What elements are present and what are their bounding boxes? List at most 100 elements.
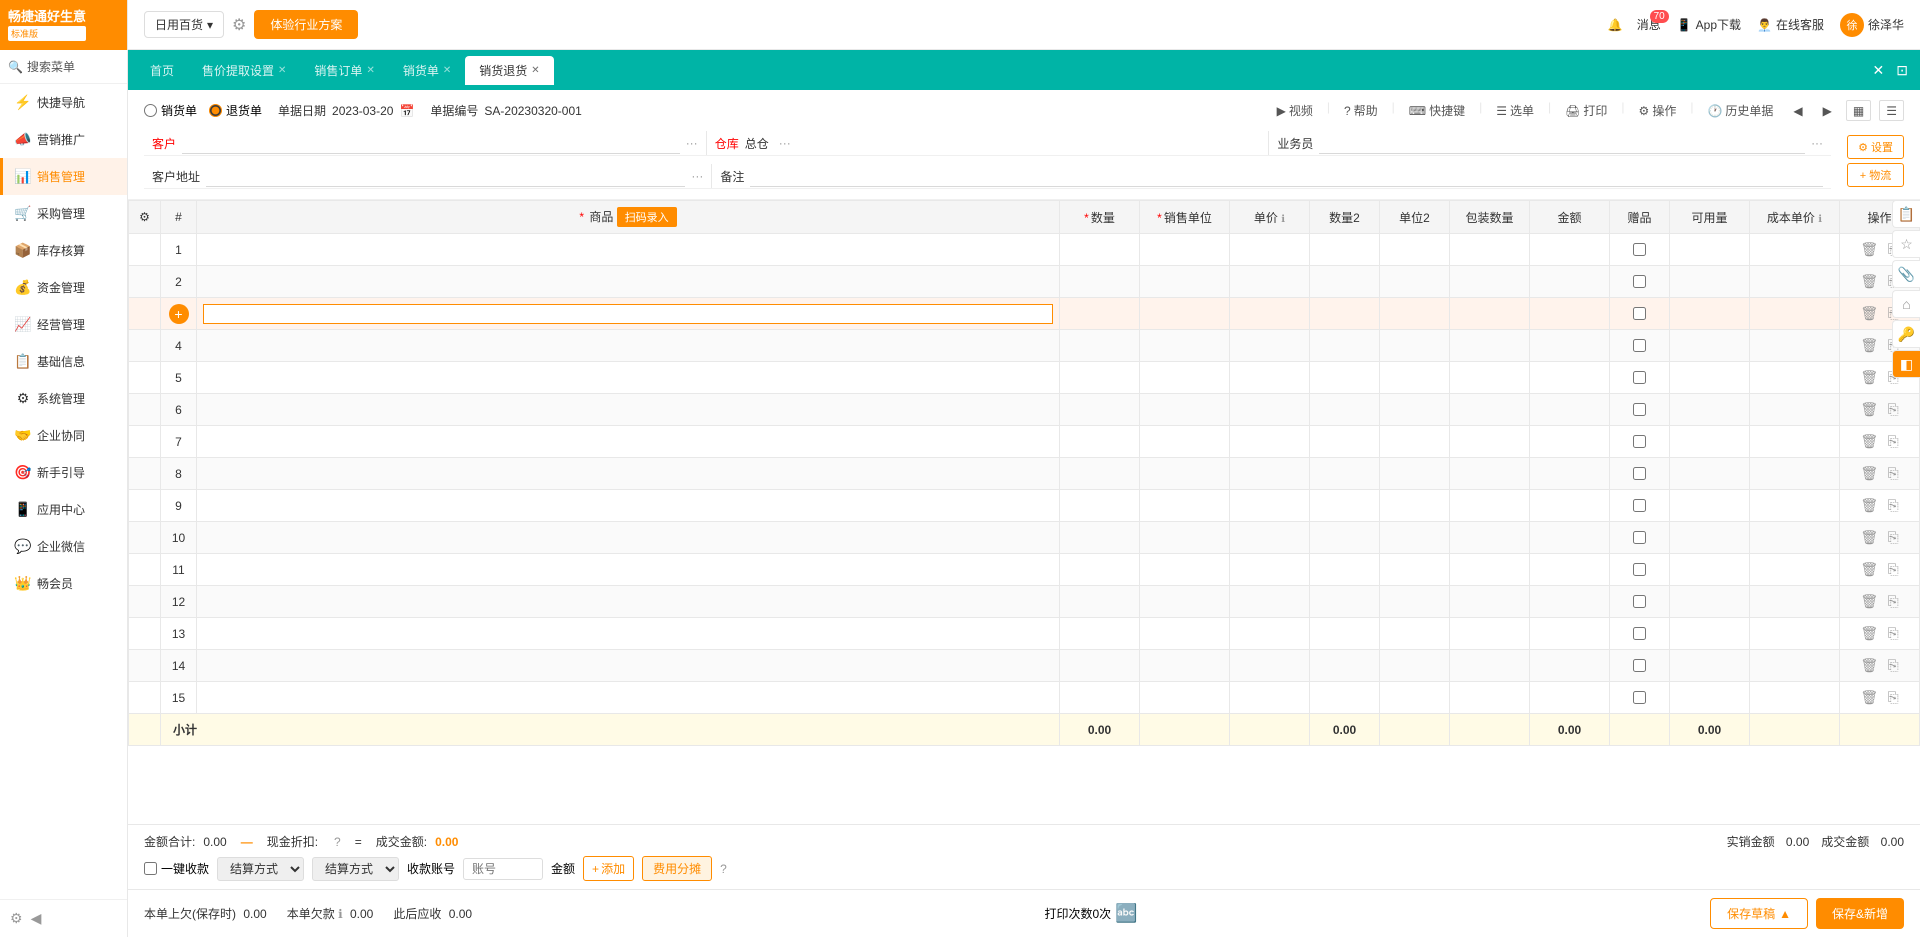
row-cost-price-cell[interactable] — [1750, 330, 1840, 362]
online-service-item[interactable]: 👨‍💼 在线客服 — [1757, 16, 1824, 33]
gift-checkbox-15[interactable] — [1633, 691, 1646, 704]
row-unit2-cell[interactable] — [1380, 586, 1450, 618]
row-amount-cell[interactable] — [1530, 394, 1610, 426]
row-unit2-cell[interactable] — [1380, 458, 1450, 490]
row-price-cell[interactable] — [1230, 426, 1310, 458]
account-input[interactable] — [463, 858, 543, 880]
row-price-cell[interactable] — [1230, 330, 1310, 362]
row-available-cell[interactable] — [1670, 682, 1750, 714]
expense-split-btn[interactable]: 费用分摊 — [642, 856, 712, 881]
row-qty-cell[interactable] — [1060, 394, 1140, 426]
settle-method-select[interactable]: 结算方式 — [217, 857, 304, 881]
row-qty-cell[interactable] — [1060, 522, 1140, 554]
one-key-collect-input[interactable] — [144, 862, 157, 875]
row-amount-cell[interactable] — [1530, 650, 1610, 682]
row-qty-cell[interactable] — [1060, 362, 1140, 394]
add-row-btn[interactable]: + — [169, 304, 189, 324]
row-cost-price-cell[interactable] — [1750, 554, 1840, 586]
row-unit2-cell[interactable] — [1380, 426, 1450, 458]
row-gift-cell[interactable] — [1610, 298, 1670, 330]
row-unit2-cell[interactable] — [1380, 522, 1450, 554]
row-pkg-qty-cell[interactable] — [1450, 394, 1530, 426]
row-price-cell[interactable] — [1230, 458, 1310, 490]
notification-item[interactable]: 🔔 70 消息 — [1608, 16, 1661, 33]
row-cost-price-cell[interactable] — [1750, 490, 1840, 522]
row-copy-btn-12[interactable]: ⎘ — [1884, 592, 1901, 611]
tab-price-extract-close[interactable]: ✕ — [278, 65, 286, 76]
row-delete-btn-1[interactable]: 🗑 — [1857, 240, 1881, 259]
row-qty2-cell[interactable] — [1310, 330, 1380, 362]
row-copy-btn-15[interactable]: ⎘ — [1884, 688, 1901, 707]
row-cost-price-cell[interactable] — [1750, 362, 1840, 394]
row-qty2-cell[interactable] — [1310, 682, 1380, 714]
row-cost-price-cell[interactable] — [1750, 426, 1840, 458]
collapse-icon[interactable]: ◀ — [31, 910, 42, 927]
row-gift-cell[interactable] — [1610, 394, 1670, 426]
sidebar-item-member[interactable]: 👑 畅会员 — [0, 565, 127, 602]
row-amount-cell[interactable] — [1530, 458, 1610, 490]
row-unit-cell[interactable] — [1140, 234, 1230, 266]
row-qty2-cell[interactable] — [1310, 650, 1380, 682]
row-qty2-cell[interactable] — [1310, 490, 1380, 522]
tab-sales-order-close[interactable]: ✕ — [366, 65, 374, 76]
gift-checkbox-11[interactable] — [1633, 563, 1646, 576]
sidebar-item-system[interactable]: ⚙ 系统管理 — [0, 380, 127, 417]
row-price-cell[interactable] — [1230, 266, 1310, 298]
video-btn[interactable]: ▶ 视频 — [1271, 100, 1319, 121]
row-pkg-qty-cell[interactable] — [1450, 266, 1530, 298]
row-qty-cell[interactable] — [1060, 618, 1140, 650]
row-available-cell[interactable] — [1670, 458, 1750, 490]
gift-checkbox-14[interactable] — [1633, 659, 1646, 672]
row-copy-btn-6[interactable]: ⎘ — [1884, 400, 1901, 419]
row-copy-btn-11[interactable]: ⎘ — [1884, 560, 1901, 579]
row-qty2-cell[interactable] — [1310, 426, 1380, 458]
row-delete-btn-5[interactable]: 🗑 — [1857, 368, 1881, 387]
row-qty2-cell[interactable] — [1310, 522, 1380, 554]
row-unit2-cell[interactable] — [1380, 362, 1450, 394]
row-amount-cell[interactable] — [1530, 522, 1610, 554]
close-tab-btn[interactable]: ✕ — [1869, 60, 1889, 81]
tab-sales-return[interactable]: 销货退货 ✕ — [465, 56, 553, 85]
right-edge-key-btn[interactable]: 🔑 — [1892, 320, 1920, 348]
row-gift-cell[interactable] — [1610, 586, 1670, 618]
row-available-cell[interactable] — [1670, 234, 1750, 266]
row-cost-price-cell[interactable] — [1750, 586, 1840, 618]
gift-checkbox-1[interactable] — [1633, 243, 1646, 256]
row-unit-cell[interactable] — [1140, 426, 1230, 458]
remark-input[interactable] — [750, 166, 1823, 187]
row-qty2-cell[interactable] — [1310, 234, 1380, 266]
sidebar-item-operations[interactable]: 📈 经营管理 — [0, 306, 127, 343]
row-unit2-cell[interactable] — [1380, 234, 1450, 266]
settings-side-btn[interactable]: ⚙ 设置 — [1847, 135, 1904, 159]
row-qty-cell[interactable] — [1060, 650, 1140, 682]
row-available-cell[interactable] — [1670, 330, 1750, 362]
row-gift-cell[interactable] — [1610, 490, 1670, 522]
right-edge-attach-btn[interactable]: 📎 — [1892, 260, 1920, 288]
row-copy-btn-9[interactable]: ⎘ — [1884, 496, 1901, 515]
topbar-gear-icon[interactable]: ⚙ — [232, 15, 246, 35]
gift-checkbox-5[interactable] — [1633, 371, 1646, 384]
row-unit-cell[interactable] — [1140, 266, 1230, 298]
row-price-cell[interactable] — [1230, 394, 1310, 426]
row-pkg-qty-cell[interactable] — [1450, 426, 1530, 458]
row-delete-btn-11[interactable]: 🗑 — [1857, 560, 1881, 579]
row-product-cell[interactable] — [197, 554, 1060, 586]
tab-home[interactable]: 首页 — [136, 56, 188, 85]
row-unit-cell[interactable] — [1140, 490, 1230, 522]
product-input-3[interactable] — [203, 304, 1053, 324]
row-delete-btn-4[interactable]: 🗑 — [1857, 336, 1881, 355]
row-pkg-qty-cell[interactable] — [1450, 522, 1530, 554]
gift-checkbox-6[interactable] — [1633, 403, 1646, 416]
row-delete-btn-13[interactable]: 🗑 — [1857, 624, 1881, 643]
row-unit2-cell[interactable] — [1380, 682, 1450, 714]
row-qty2-cell[interactable] — [1310, 394, 1380, 426]
row-pkg-qty-cell[interactable] — [1450, 650, 1530, 682]
row-amount-cell[interactable] — [1530, 554, 1610, 586]
add-payment-btn[interactable]: + 添加 — [583, 856, 634, 881]
row-cost-price-cell[interactable] — [1750, 266, 1840, 298]
row-qty-cell[interactable] — [1060, 234, 1140, 266]
right-edge-home-btn[interactable]: ⌂ — [1892, 290, 1920, 318]
salesperson-input[interactable] — [1319, 133, 1805, 154]
row-delete-btn-8[interactable]: 🗑 — [1857, 464, 1881, 483]
row-delete-btn-12[interactable]: 🗑 — [1857, 592, 1881, 611]
